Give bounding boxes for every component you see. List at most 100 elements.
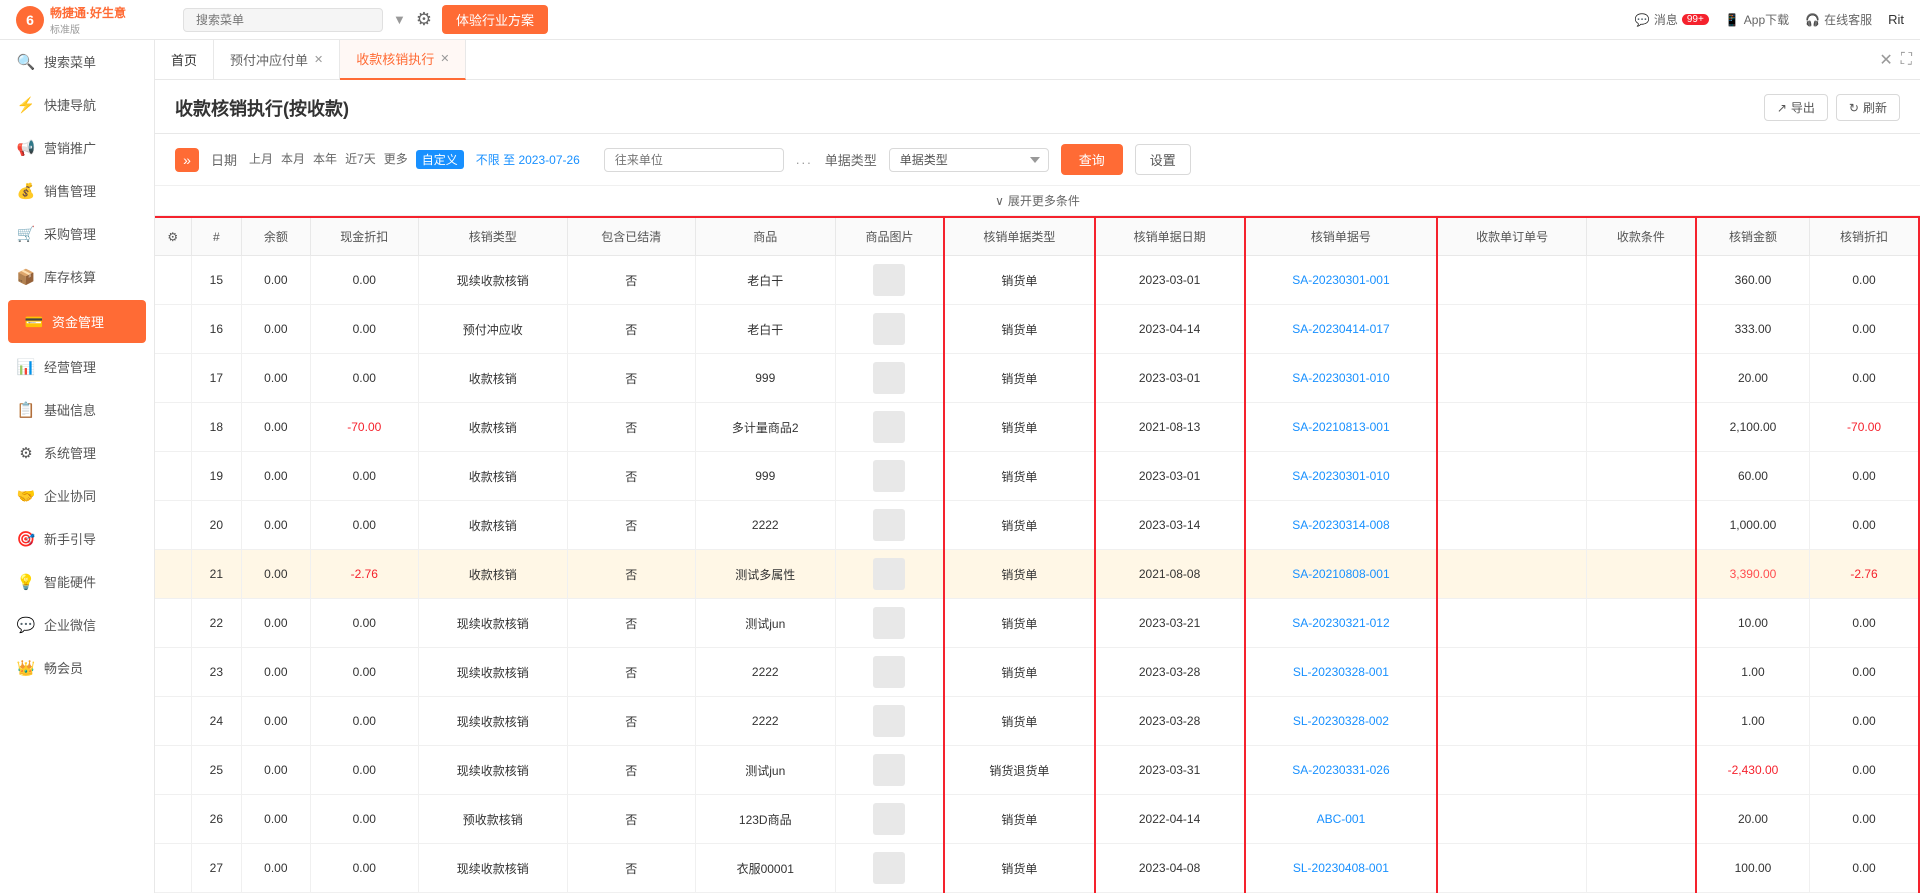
- table-area[interactable]: ⚙ # 余额 现金折扣 核销类型 包含已结清 商品 商品图片 核销单据类型 核销…: [155, 216, 1920, 893]
- table-row: 17 0.00 0.00 收款核销 否 999 销货单 2023-03-01 S…: [155, 354, 1919, 403]
- refresh-button[interactable]: ↻ 刷新: [1836, 94, 1900, 121]
- td-cash-discount-12: 0.00: [310, 844, 418, 893]
- date-this-year[interactable]: 本年: [313, 150, 337, 169]
- td-settings-4[interactable]: [155, 452, 191, 501]
- td-cancel-receipt-no-7[interactable]: SA-20230321-012: [1245, 599, 1438, 648]
- td-receipt-condition-9: [1587, 697, 1696, 746]
- industry-solution-button[interactable]: 体验行业方案: [442, 5, 548, 34]
- receipt-type-select[interactable]: 单据类型: [889, 148, 1049, 172]
- td-cancel-receipt-type-8: 销货单: [944, 648, 1094, 697]
- user-name[interactable]: Rit: [1888, 12, 1904, 27]
- th-cancel-type: 核销类型: [419, 217, 567, 256]
- sidebar-item-marketing[interactable]: 📢 营销推广: [0, 126, 154, 169]
- app-download-label: App下载: [1744, 11, 1789, 28]
- td-num-6: 21: [191, 550, 242, 599]
- td-cancel-receipt-no-5[interactable]: SA-20230314-008: [1245, 501, 1438, 550]
- td-cancel-receipt-no-0[interactable]: SA-20230301-001: [1245, 256, 1438, 305]
- sidebar-item-enterprise[interactable]: 🤝 企业协同: [0, 474, 154, 517]
- td-cancel-receipt-no-4[interactable]: SA-20230301-010: [1245, 452, 1438, 501]
- date-7days[interactable]: 近7天: [345, 150, 376, 169]
- table-body: 15 0.00 0.00 现续收款核销 否 老白干 销货单 2023-03-01…: [155, 256, 1919, 893]
- tab-maximize-icon[interactable]: ⛶: [1901, 51, 1912, 69]
- expand-more-btn[interactable]: ∨ 展开更多条件: [995, 192, 1080, 209]
- tab-home[interactable]: 首页: [155, 40, 214, 80]
- settings-gear-icon[interactable]: ⚙: [416, 9, 432, 30]
- sidebar-item-newbie[interactable]: 🎯 新手引导: [0, 517, 154, 560]
- td-cancel-receipt-no-11[interactable]: ABC-001: [1245, 795, 1438, 844]
- td-receipt-condition-1: [1587, 305, 1696, 354]
- sidebar-item-finance[interactable]: 💳 资金管理: [8, 300, 146, 343]
- sidebar-item-system[interactable]: ⚙ 系统管理: [0, 431, 154, 474]
- td-cancel-receipt-no-9[interactable]: SL-20230328-002: [1245, 697, 1438, 746]
- sidebar-item-basic[interactable]: 📋 基础信息: [0, 388, 154, 431]
- tab-prepay[interactable]: 预付冲应付单 ✕: [214, 40, 340, 80]
- sidebar-item-member[interactable]: 👑 畅会员: [0, 646, 154, 689]
- search-input[interactable]: [183, 8, 383, 32]
- sidebar-label-quicknav: 快捷导航: [44, 95, 96, 114]
- td-cancel-receipt-no-8[interactable]: SL-20230328-001: [1245, 648, 1438, 697]
- td-cancel-receipt-type-11: 销货单: [944, 795, 1094, 844]
- th-cancel-amount: 核销金额: [1696, 217, 1810, 256]
- td-cancel-receipt-type-7: 销货单: [944, 599, 1094, 648]
- th-settings[interactable]: ⚙: [155, 217, 191, 256]
- sidebar-item-wechat[interactable]: 💬 企业微信: [0, 603, 154, 646]
- td-settings-9[interactable]: [155, 697, 191, 746]
- tab-close-window-icon[interactable]: ✕: [1879, 50, 1892, 70]
- sidebar-item-sales[interactable]: 💰 销售管理: [0, 169, 154, 212]
- tab-collection-close-icon[interactable]: ✕: [440, 52, 449, 65]
- td-cancel-receipt-no-1[interactable]: SA-20230414-017: [1245, 305, 1438, 354]
- td-cancel-receipt-no-2[interactable]: SA-20230301-010: [1245, 354, 1438, 403]
- td-receipt-condition-2: [1587, 354, 1696, 403]
- td-cancel-discount-4: 0.00: [1810, 452, 1919, 501]
- table-header-row: ⚙ # 余额 现金折扣 核销类型 包含已结清 商品 商品图片 核销单据类型 核销…: [155, 217, 1919, 256]
- from-unit-input[interactable]: [604, 148, 784, 172]
- date-last-month[interactable]: 上月: [249, 150, 273, 169]
- date-custom-btn[interactable]: 自定义: [416, 150, 464, 169]
- td-settings-5[interactable]: [155, 501, 191, 550]
- sidebar-item-inventory[interactable]: 📦 库存核算: [0, 255, 154, 298]
- td-settings-0[interactable]: [155, 256, 191, 305]
- td-settings-7[interactable]: [155, 599, 191, 648]
- message-btn[interactable]: 💬 消息 99+: [1635, 11, 1709, 28]
- sidebar-item-operation[interactable]: 📊 经营管理: [0, 345, 154, 388]
- td-settings-6[interactable]: [155, 550, 191, 599]
- td-cancel-receipt-no-10[interactable]: SA-20230331-026: [1245, 746, 1438, 795]
- date-more[interactable]: 更多: [384, 150, 408, 169]
- td-cancel-receipt-no-6[interactable]: SA-20210808-001: [1245, 550, 1438, 599]
- td-cancel-type-10: 现续收款核销: [419, 746, 567, 795]
- td-cash-discount-4: 0.00: [310, 452, 418, 501]
- td-settings-1[interactable]: [155, 305, 191, 354]
- td-settings-3[interactable]: [155, 403, 191, 452]
- online-service-btn[interactable]: 🎧 在线客服: [1805, 11, 1872, 28]
- sidebar-item-smart-hw[interactable]: 💡 智能硬件: [0, 560, 154, 603]
- logo-main-text: 畅捷通·好生意: [50, 4, 126, 21]
- export-button[interactable]: ↗ 导出: [1764, 94, 1828, 121]
- td-settings-12[interactable]: [155, 844, 191, 893]
- td-settings-11[interactable]: [155, 795, 191, 844]
- app-download-btn[interactable]: 📱 App下载: [1725, 11, 1789, 28]
- date-this-month[interactable]: 本月: [281, 150, 305, 169]
- th-receipt-condition: 收款条件: [1587, 217, 1696, 256]
- query-button[interactable]: 查询: [1061, 144, 1123, 175]
- table-row: 27 0.00 0.00 现续收款核销 否 衣服00001 销货单 2023-0…: [155, 844, 1919, 893]
- tab-collection[interactable]: 收款核销执行 ✕: [340, 40, 466, 80]
- tab-prepay-close-icon[interactable]: ✕: [314, 53, 323, 66]
- td-cancel-receipt-no-12[interactable]: SL-20230408-001: [1245, 844, 1438, 893]
- td-cancel-receipt-no-3[interactable]: SA-20210813-001: [1245, 403, 1438, 452]
- td-settings-8[interactable]: [155, 648, 191, 697]
- dropdown-arrow-icon[interactable]: ▼: [393, 12, 406, 27]
- td-settings-2[interactable]: [155, 354, 191, 403]
- filter-expand-arrow[interactable]: »: [175, 148, 199, 172]
- td-cancel-discount-3: -70.00: [1810, 403, 1919, 452]
- message-label: 消息: [1654, 11, 1678, 28]
- sidebar-item-quick-nav[interactable]: ⚡ 快捷导航: [0, 83, 154, 126]
- basic-icon: 📋: [16, 401, 36, 419]
- sidebar-item-search[interactable]: 🔍 搜索菜单: [0, 40, 154, 83]
- export-icon: ↗: [1777, 101, 1787, 115]
- finance-icon: 💳: [24, 313, 44, 331]
- td-cancel-receipt-date-10: 2023-03-31: [1095, 746, 1245, 795]
- td-settings-10[interactable]: [155, 746, 191, 795]
- product-thumbnail-7: [873, 607, 905, 639]
- sidebar-item-purchase[interactable]: 🛒 采购管理: [0, 212, 154, 255]
- setting-button[interactable]: 设置: [1135, 144, 1191, 175]
